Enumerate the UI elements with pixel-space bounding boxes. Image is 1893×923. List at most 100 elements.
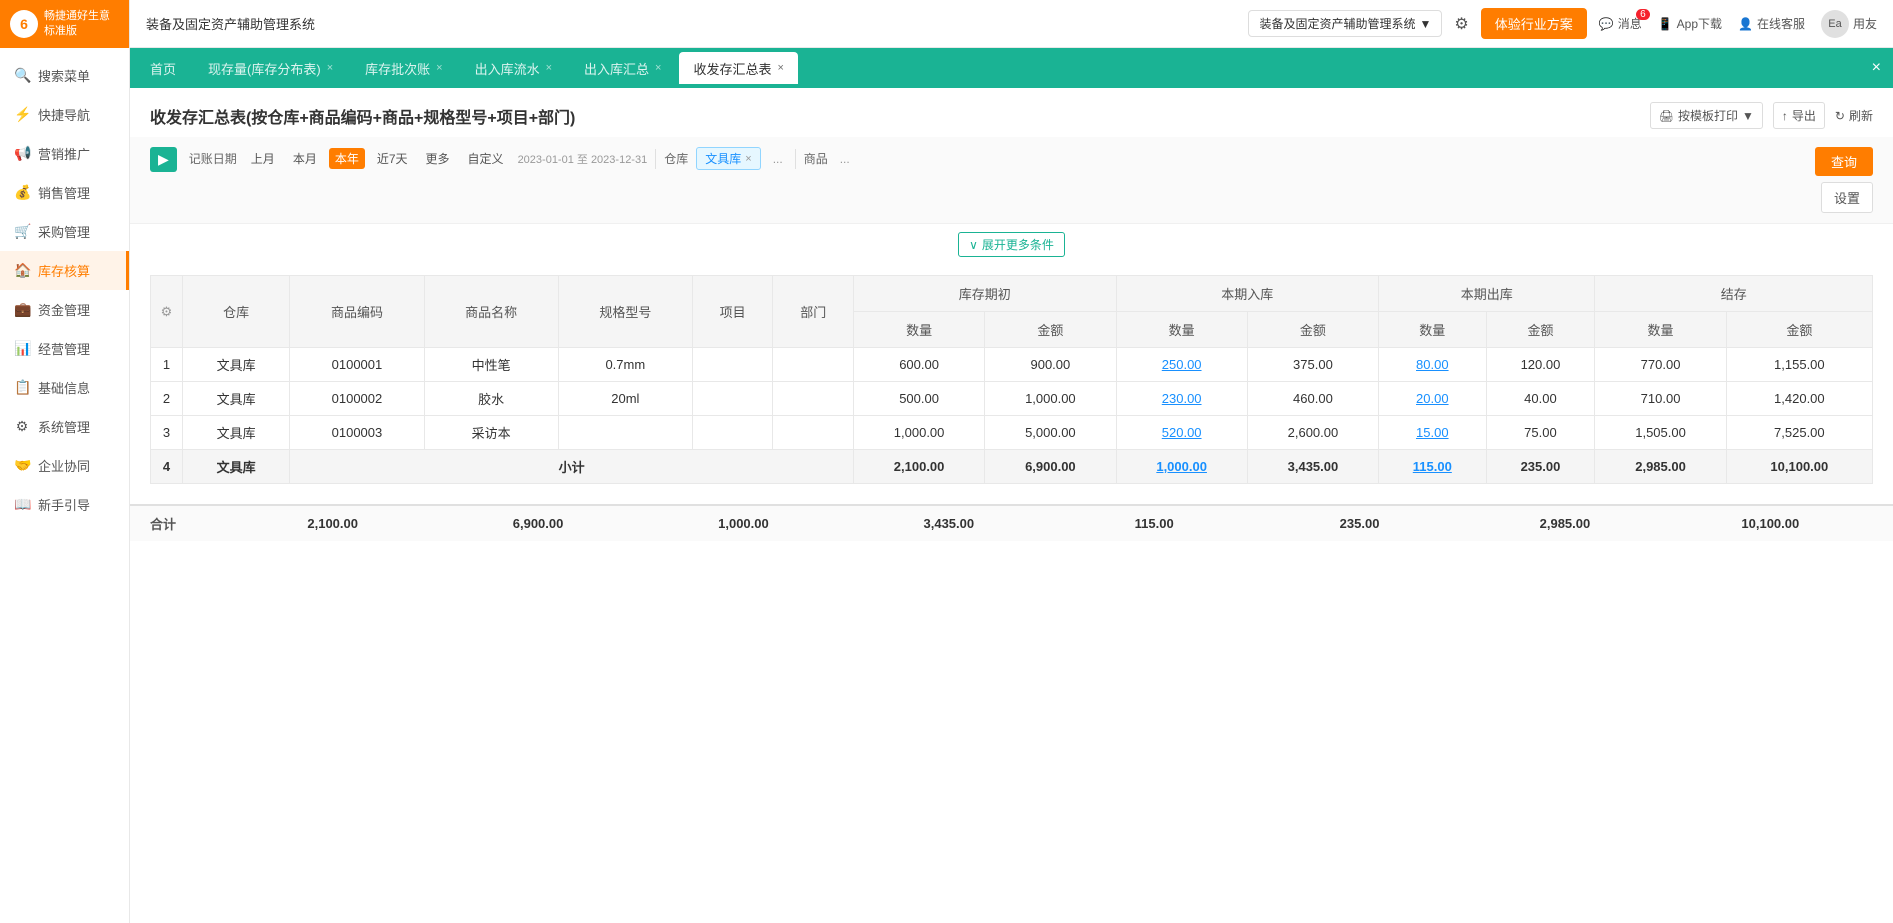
total-label: 合计: [150, 514, 230, 533]
tab-inventory-dist[interactable]: 现存量(库存分布表) ×: [194, 52, 347, 84]
row-warehouse: 文具库: [183, 416, 290, 450]
filter-settings-button[interactable]: 设置: [1821, 182, 1873, 213]
total-begin-amt: 6,900.00: [435, 516, 640, 531]
in-qty-header: 数量: [1116, 312, 1247, 348]
row-no: 2: [151, 382, 183, 416]
more-date-btn[interactable]: 更多: [420, 148, 456, 169]
service-icon: 👤: [1738, 17, 1753, 31]
balance-header: 结存: [1595, 276, 1873, 312]
close-all-tabs[interactable]: ×: [1864, 59, 1889, 77]
last-month-btn[interactable]: 上月: [245, 148, 281, 169]
goods-filter-label: 商品: [804, 150, 828, 167]
sidebar-item-quick-nav[interactable]: ⚡快捷导航: [0, 95, 129, 134]
table-header-row-1: ⚙ 仓库 商品编码 商品名称 规格型号 项目 部门 库存期初 本期入库 本期出库…: [151, 276, 1873, 312]
sidebar-item-guide[interactable]: 📖新手引导: [0, 485, 129, 524]
row-out-amt: 120.00: [1486, 348, 1595, 382]
app-download-action[interactable]: 📱 App下载: [1658, 15, 1722, 32]
export-label: 导出: [1792, 107, 1816, 124]
row-out-qty[interactable]: 80.00: [1379, 348, 1486, 382]
online-service-action[interactable]: 👤 在线客服: [1738, 15, 1805, 32]
sidebar-icon-sales: 💰: [14, 184, 30, 201]
expand-more-button[interactable]: ∨ 展开更多条件: [958, 232, 1065, 257]
tab-io-summary-close[interactable]: ×: [778, 62, 784, 74]
sidebar-item-base-info[interactable]: 📋基础信息: [0, 368, 129, 407]
row-in-qty[interactable]: 250.00: [1116, 348, 1247, 382]
tab-batch-close[interactable]: ×: [436, 62, 442, 74]
filter-bar: ▶ 记账日期 上月 本月 本年 近7天 更多 自定义 2023-01-01 至 …: [130, 137, 1893, 224]
row-warehouse: 文具库: [183, 382, 290, 416]
sidebar-label-marketing: 营销推广: [38, 144, 90, 163]
goods-more-btn[interactable]: ...: [836, 150, 854, 168]
this-year-btn[interactable]: 本年: [329, 148, 365, 169]
refresh-button[interactable]: ↻ 刷新: [1835, 107, 1873, 124]
tab-in-out-summary[interactable]: 出入库汇总 ×: [570, 52, 675, 84]
row-in-qty[interactable]: 230.00: [1116, 382, 1247, 416]
recent7-btn[interactable]: 近7天: [371, 148, 414, 169]
sidebar-item-operation[interactable]: 📊经营管理: [0, 329, 129, 368]
sidebar-label-finance: 资金管理: [38, 300, 90, 319]
period-begin-header: 库存期初: [853, 276, 1116, 312]
col-settings-header[interactable]: ⚙: [151, 276, 183, 348]
logo-icon: 6: [10, 10, 38, 38]
system-dropdown[interactable]: 装备及固定资产辅助管理系统 ▼: [1248, 10, 1442, 37]
user-action[interactable]: Ea 用友: [1821, 10, 1877, 38]
export-button[interactable]: ↑ 导出: [1773, 102, 1825, 129]
sidebar-label-search: 搜索菜单: [38, 66, 90, 85]
subtotal-out-amt: 235.00: [1486, 450, 1595, 484]
row-out-qty[interactable]: 15.00: [1379, 416, 1486, 450]
total-in-qty: 1,000.00: [641, 516, 846, 531]
row-spec: 20ml: [558, 382, 692, 416]
filter-toggle-button[interactable]: ▶: [150, 147, 177, 172]
row-out-amt: 40.00: [1486, 382, 1595, 416]
sidebar-item-search[interactable]: 🔍搜索菜单: [0, 56, 129, 95]
warehouse-tag-close[interactable]: ×: [745, 153, 751, 165]
messages-action[interactable]: 💬 消息 6: [1599, 15, 1642, 32]
sidebar-item-finance[interactable]: 💼资金管理: [0, 290, 129, 329]
sidebar-icon-enterprise: 🤝: [14, 457, 30, 474]
logo-area: 6 畅捷通好生意 标准版: [0, 0, 129, 48]
sidebar-item-purchase[interactable]: 🛒采购管理: [0, 212, 129, 251]
row-dept: [773, 382, 854, 416]
row-out-amt: 75.00: [1486, 416, 1595, 450]
warehouse-tag[interactable]: 文具库 ×: [696, 147, 760, 170]
user-avatar: Ea: [1821, 10, 1849, 38]
sidebar-label-system: 系统管理: [38, 417, 90, 436]
table-body: 1 文具库 0100001 中性笔 0.7mm 600.00 900.00 25…: [151, 348, 1873, 484]
row-begin-amt: 1,000.00: [985, 382, 1116, 416]
tab-in-out-flow-close[interactable]: ×: [546, 62, 552, 74]
sidebar-item-sales[interactable]: 💰销售管理: [0, 173, 129, 212]
tab-batch[interactable]: 库存批次账 ×: [351, 52, 456, 84]
sidebar-item-marketing[interactable]: 📢 营销推广: [0, 134, 129, 173]
gear-icon[interactable]: ⚙: [1454, 14, 1468, 34]
sidebar-icon-quick-nav: ⚡: [14, 106, 30, 123]
warehouse-filter-label: 仓库: [664, 150, 688, 167]
this-month-btn[interactable]: 本月: [287, 148, 323, 169]
trial-button[interactable]: 体验行业方案: [1481, 8, 1587, 39]
print-button[interactable]: 🖨 按模板打印 ▼: [1650, 102, 1763, 129]
col-warehouse-header: 仓库: [183, 276, 290, 348]
tab-in-out-summary-close[interactable]: ×: [655, 62, 661, 74]
row-in-qty[interactable]: 520.00: [1116, 416, 1247, 450]
tab-home[interactable]: 首页: [136, 52, 190, 84]
tab-inventory-dist-close[interactable]: ×: [327, 62, 333, 74]
custom-date-btn[interactable]: 自定义: [462, 148, 510, 169]
top-bar: 装备及固定资产辅助管理系统 装备及固定资产辅助管理系统 ▼ ⚙ 体验行业方案 💬…: [130, 0, 1893, 48]
row-in-amt: 375.00: [1247, 348, 1378, 382]
warehouse-more-btn[interactable]: ...: [769, 150, 787, 168]
sidebar-item-enterprise[interactable]: 🤝企业协同: [0, 446, 129, 485]
refresh-label: 刷新: [1849, 107, 1873, 124]
messages-badge: 6: [1636, 9, 1650, 20]
out-qty-header: 数量: [1379, 312, 1486, 348]
table-row: 1 文具库 0100001 中性笔 0.7mm 600.00 900.00 25…: [151, 348, 1873, 382]
sidebar-icon-operation: 📊: [14, 340, 30, 357]
date-label: 记账日期: [189, 150, 237, 167]
sidebar-icon-marketing: 📢: [14, 145, 30, 162]
tab-in-out-flow[interactable]: 出入库流水 ×: [461, 52, 566, 84]
tab-io-summary[interactable]: 收发存汇总表 ×: [679, 52, 797, 84]
row-out-qty[interactable]: 20.00: [1379, 382, 1486, 416]
tab-in-out-flow-label: 出入库流水: [475, 59, 540, 78]
sidebar-item-inventory[interactable]: 🏠库存核算: [0, 251, 129, 290]
tab-io-summary-label: 收发存汇总表: [693, 59, 771, 78]
sidebar-item-system[interactable]: ⚙系统管理: [0, 407, 129, 446]
query-button[interactable]: 查询: [1815, 147, 1873, 176]
